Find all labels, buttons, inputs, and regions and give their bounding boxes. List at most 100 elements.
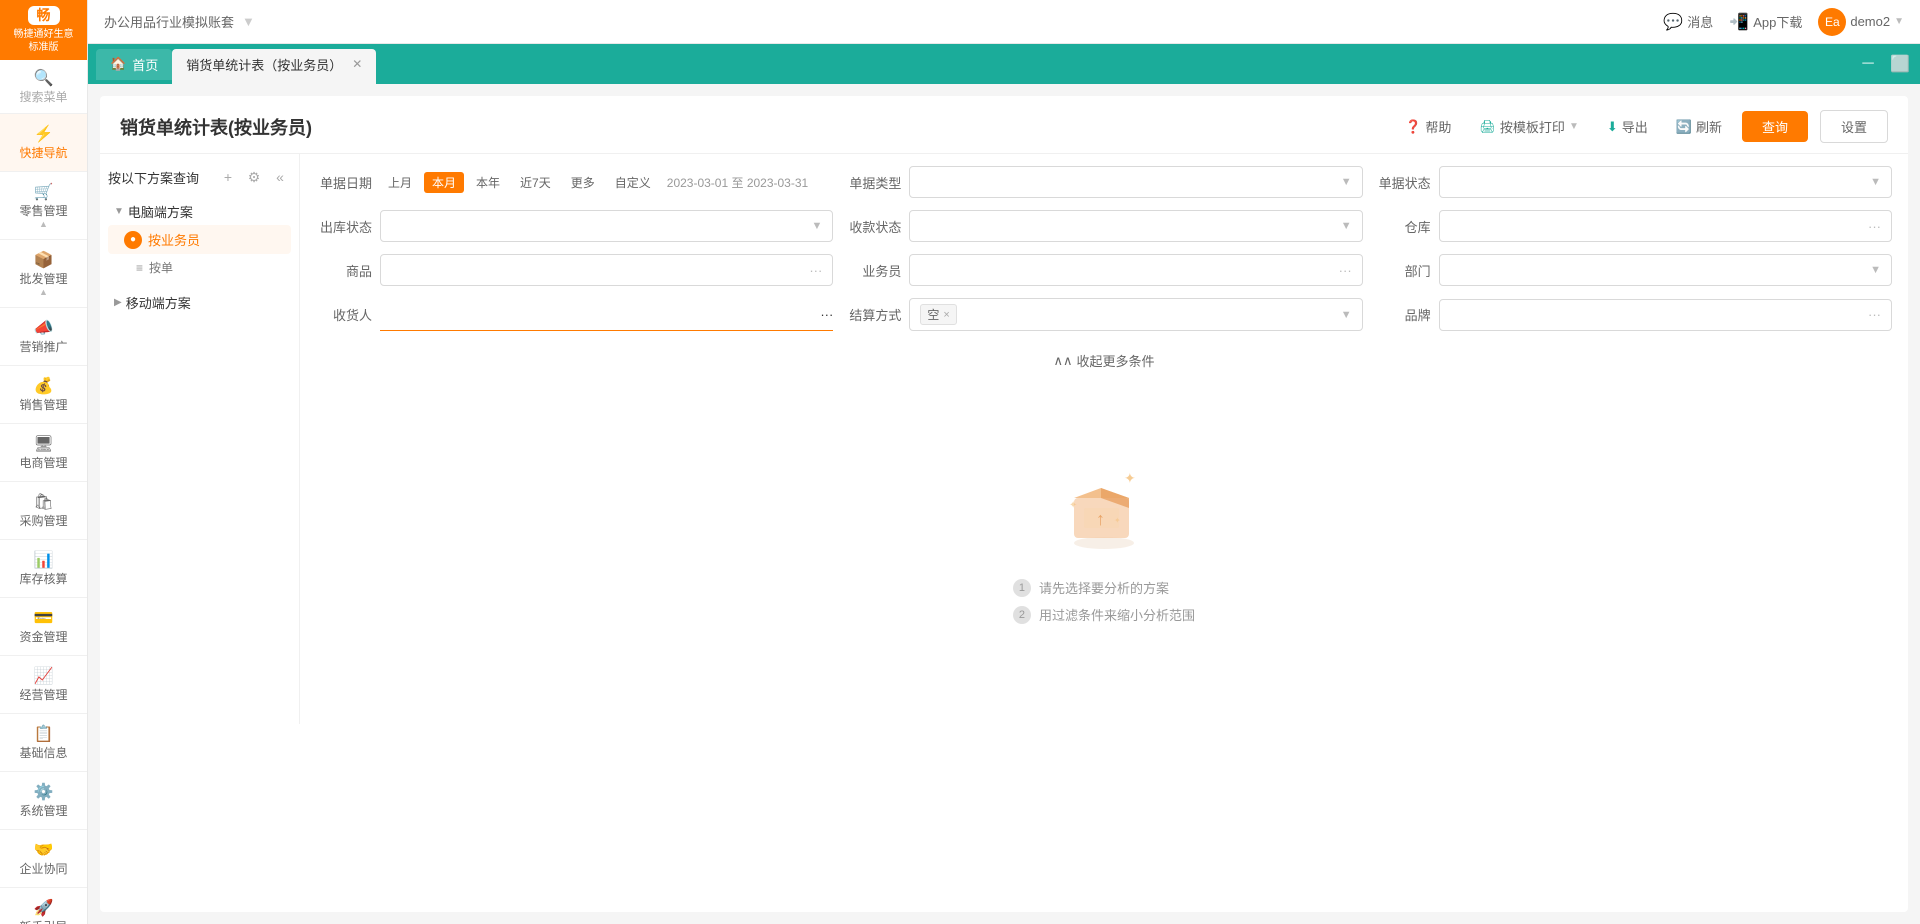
marketing-label: 营销推广 — [19, 338, 67, 355]
sidebar-item-wholesale[interactable]: 📦 批发管理 ▲ — [0, 240, 87, 308]
date-tab-last-month[interactable]: 上月 — [380, 172, 420, 193]
user-area[interactable]: Ea demo2 ▼ — [1818, 8, 1904, 36]
scheme-add-icon: + — [224, 169, 232, 185]
tab-maximize-btn[interactable]: ⬜ — [1888, 52, 1912, 76]
sidebar-item-finance[interactable]: 💳 资金管理 — [0, 598, 87, 656]
sidebar-item-ecommerce[interactable]: 🖥 电商管理 — [0, 424, 87, 482]
tab-close-btn[interactable]: ✕ — [352, 57, 362, 71]
refresh-btn[interactable]: 🔄 刷新 — [1668, 113, 1730, 140]
breadcrumb-arrow: ▼ — [242, 14, 255, 29]
date-tab-custom[interactable]: 自定义 — [607, 172, 659, 193]
scheme-desktop-label: 电脑端方案 — [128, 202, 193, 221]
hint-text-1: 请先选择要分析的方案 — [1039, 578, 1169, 597]
date-tab-this-year[interactable]: 本年 — [468, 172, 508, 193]
doc-type-arrow-icon: ▼ — [1341, 176, 1352, 188]
empty-icon: ✦ ✦ ✦ ↑ — [1054, 458, 1154, 558]
enterprise-icon: 🤝 — [34, 840, 54, 860]
sidebar-item-newbie[interactable]: 🚀 新手引导 — [0, 888, 87, 924]
salesman-control[interactable]: ··· — [909, 254, 1362, 286]
tab-bar: 🏠 首页 销货单统计表（按业务员） ✕ ─ ⬜ — [88, 44, 1920, 84]
product-control[interactable]: ··· — [380, 254, 833, 286]
filter-collapse-bar[interactable]: ∧∧ 收起更多条件 — [316, 343, 1892, 378]
message-label: 消息 — [1687, 12, 1713, 31]
ecommerce-label: 电商管理 — [19, 454, 67, 471]
scheme-order-label: 按单 — [149, 259, 173, 276]
scheme-panel-header: 按以下方案查询 + ⚙ « — [108, 166, 291, 188]
doc-status-control[interactable]: ▼ — [1439, 166, 1892, 198]
basics-icon: 📋 — [34, 724, 54, 744]
app-download-btn[interactable]: 📲 App下载 — [1729, 12, 1802, 32]
sidebar-item-search[interactable]: 🔍 搜索菜单 — [0, 60, 87, 114]
sidebar-item-basics[interactable]: 📋 基础信息 — [0, 714, 87, 772]
refresh-label: 刷新 — [1696, 117, 1722, 136]
sidebar-item-purchase[interactable]: 🛍 采购管理 — [0, 482, 87, 540]
settlement-tag-close[interactable]: × — [943, 309, 949, 321]
warehouse-control[interactable]: ··· — [1439, 210, 1892, 242]
scheme-desktop-header[interactable]: ▼ 电脑端方案 — [108, 198, 291, 225]
sidebar-item-shortcut[interactable]: ⚡ 快捷导航 — [0, 114, 87, 172]
empty-hint-1: 1 请先选择要分析的方案 — [1013, 578, 1195, 597]
brand-control[interactable]: ··· — [1439, 299, 1892, 331]
tab-home[interactable]: 🏠 首页 — [96, 49, 172, 80]
settlement-control[interactable]: 空 × ▼ — [909, 298, 1362, 331]
finance-label: 资金管理 — [19, 628, 67, 645]
receiver-label: 收货人 — [316, 305, 372, 324]
help-btn[interactable]: ❓ 帮助 — [1397, 113, 1459, 140]
filter-settlement: 结算方式 空 × ▼ — [845, 298, 1362, 331]
filter-date: 单据日期 上月 本月 本年 近7天 更多 自定义 20 — [316, 172, 833, 193]
scheme-desktop-group: ▼ 电脑端方案 ● 按业务员 ≡ 按单 — [108, 198, 291, 281]
tab-sales-stat[interactable]: 销货单统计表（按业务员） ✕ — [172, 49, 376, 84]
scheme-add-btn[interactable]: + — [217, 166, 239, 188]
outbound-label: 出库状态 — [316, 217, 372, 236]
wholesale-icon: 📦 — [34, 250, 54, 270]
date-tab-last7[interactable]: 近7天 — [512, 172, 559, 193]
print-icon: 🖨 — [1479, 119, 1496, 135]
receiver-dots: ··· — [820, 307, 833, 322]
app-logo: 畅 畅捷通好生意 标准版 — [0, 0, 88, 60]
outbound-control[interactable]: ▼ — [380, 210, 833, 242]
scheme-item-by-salesman[interactable]: ● 按业务员 — [108, 225, 291, 254]
receiver-control[interactable]: ··· — [380, 299, 833, 331]
scheme-panel: 按以下方案查询 + ⚙ « — [100, 154, 300, 724]
sidebar-item-sales[interactable]: 💰 销售管理 — [0, 366, 87, 424]
template-print-label: 按模板打印 — [1500, 117, 1565, 136]
retail-label: 零售管理 — [19, 202, 67, 219]
date-tab-more[interactable]: 更多 — [563, 172, 603, 193]
sidebar-item-inventory[interactable]: 📊 库存核算 — [0, 540, 87, 598]
dept-arrow-icon: ▼ — [1870, 264, 1881, 276]
home-icon: 🏠 — [110, 56, 126, 72]
template-print-btn[interactable]: 🖨 按模板打印 ▼ — [1471, 113, 1586, 140]
scheme-mobile-header[interactable]: ▶ 移动端方案 — [108, 289, 291, 316]
sidebar-item-system[interactable]: ⚙️ 系统管理 — [0, 772, 87, 830]
sidebar-item-retail[interactable]: 🛒 零售管理 ▲ — [0, 172, 87, 240]
date-filter-control: 上月 本月 本年 近7天 更多 自定义 2023-03-01 至 2023-03… — [380, 172, 833, 193]
sidebar-item-operations[interactable]: 📈 经营管理 — [0, 656, 87, 714]
main-wrapper: 办公用品行业模拟账套 ▼ 💬 消息 📲 App下载 Ea demo2 ▼ 🏠 首… — [88, 0, 1920, 924]
message-btn[interactable]: 💬 消息 — [1663, 12, 1713, 32]
scheme-collapse-btn[interactable]: « — [269, 166, 291, 188]
scheme-item-by-order[interactable]: ≡ 按单 — [108, 254, 291, 281]
sidebar-item-marketing[interactable]: 📣 营销推广 — [0, 308, 87, 366]
settings-btn[interactable]: 设置 — [1820, 110, 1888, 143]
tab-minimize-btn[interactable]: ─ — [1856, 52, 1880, 76]
export-btn[interactable]: ⬇ 导出 — [1599, 113, 1656, 140]
scheme-settings-btn[interactable]: ⚙ — [243, 166, 265, 188]
sidebar-item-enterprise[interactable]: 🤝 企业协同 — [0, 830, 87, 888]
query-btn[interactable]: 查询 — [1742, 111, 1808, 142]
app-download-icon: 📲 — [1729, 12, 1749, 32]
scheme-panel-actions: + ⚙ « — [217, 166, 291, 188]
ecommerce-icon: 🖥 — [33, 434, 53, 454]
collapse-label: 收起更多条件 — [1077, 351, 1155, 370]
doc-status-arrow-icon: ▼ — [1870, 176, 1881, 188]
sales-icon: 💰 — [34, 376, 54, 396]
dept-control[interactable]: ▼ — [1439, 254, 1892, 286]
date-tab-this-month[interactable]: 本月 — [424, 172, 464, 193]
inventory-icon: 📊 — [34, 550, 54, 570]
app-download-label: App下载 — [1753, 12, 1802, 31]
header-actions: 💬 消息 📲 App下载 Ea demo2 ▼ — [1663, 8, 1904, 36]
svg-text:✦: ✦ — [1069, 500, 1077, 511]
content-area: 销货单统计表(按业务员) ❓ 帮助 🖨 按模板打印 ▼ ⬇ 导出 — [88, 84, 1920, 924]
svg-text:↑: ↑ — [1096, 509, 1105, 529]
doc-type-control[interactable]: ▼ — [909, 166, 1362, 198]
payment-control[interactable]: ▼ — [909, 210, 1362, 242]
